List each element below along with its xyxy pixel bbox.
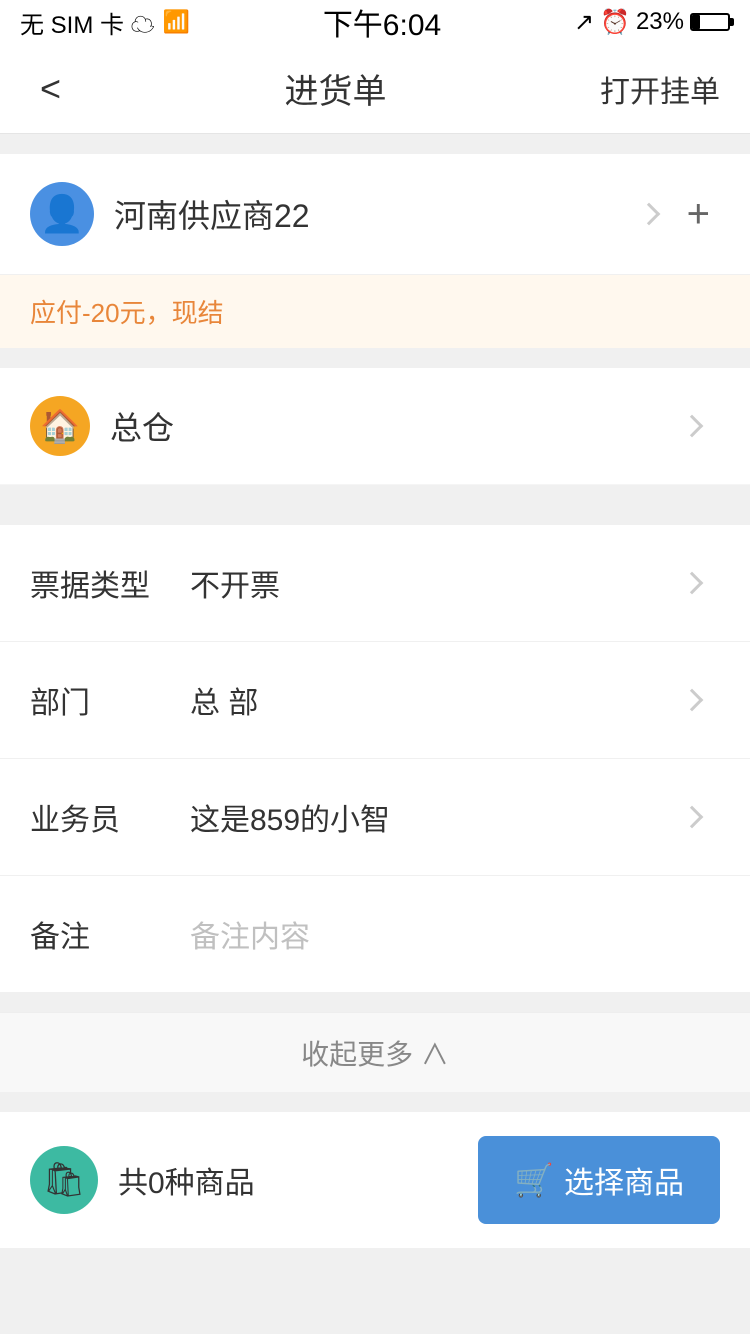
open-pending-button[interactable]: 打开挂单 [600,67,720,111]
product-count-icon: 🛍 [30,1146,98,1214]
select-goods-cart-icon: 🛒 [514,1161,554,1199]
department-row[interactable]: 部门 总 部 [0,642,750,759]
supplier-avatar: 👤 [30,182,94,246]
back-button[interactable]: < [30,58,71,120]
remark-row[interactable]: 备注 备注内容 [0,876,750,992]
avatar-icon: 👤 [40,193,85,235]
status-bar: 无 SIM 卡 ☁ 📶 下午6:04 ↗ ⏰ 23% [0,0,750,44]
department-value: 总 部 [190,678,684,722]
chevron-right-icon [637,203,660,226]
product-count-text: 共0种商品 [118,1158,478,1202]
sim-label: 无 SIM 卡 ☁ [20,5,155,40]
wifi-icon: 📶 [163,9,190,35]
department-label: 部门 [30,678,150,722]
salesperson-row[interactable]: 业务员 这是859的小智 [0,759,750,876]
warehouse-row[interactable]: 🏠 总仓 [0,368,750,485]
divider-1 [0,134,750,154]
remark-input[interactable]: 备注内容 [190,912,720,956]
select-goods-button[interactable]: 🛒 选择商品 [478,1136,720,1224]
invoice-type-label: 票据类型 [30,561,150,605]
invoice-chevron-icon [681,572,704,595]
form-section: 票据类型 不开票 部门 总 部 业务员 这是859的小智 备注 备注内容 [0,525,750,992]
add-button[interactable]: + [677,192,720,237]
status-left: 无 SIM 卡 ☁ 📶 [20,5,190,40]
divider-2 [0,348,750,368]
battery-icon [690,13,730,31]
invoice-type-value: 不开票 [190,561,684,605]
warehouse-icon: 🏠 [30,396,90,456]
bottom-bar: 🛍 共0种商品 🛒 选择商品 [0,1112,750,1248]
battery-percent: 23% [636,8,684,36]
page-title: 进货单 [285,64,387,113]
nav-bar: < 进货单 打开挂单 [0,44,750,134]
alarm-icon: ⏰ [600,8,630,37]
salesperson-label: 业务员 [30,795,150,839]
warehouse-name: 总仓 [110,403,684,449]
invoice-type-row[interactable]: 票据类型 不开票 [0,525,750,642]
department-chevron-icon [681,689,704,712]
collapse-label: 收起更多 ∧ [301,1033,449,1073]
supplier-notice: 应付-20元，现结 [0,275,750,348]
warehouse-section: 🏠 总仓 [0,368,750,485]
salesperson-chevron-icon [681,806,704,829]
status-time: 下午6:04 [323,0,441,44]
location-icon: ↗ [574,8,594,37]
select-goods-label: 选择商品 [564,1158,684,1202]
divider-3 [0,485,750,505]
supplier-row[interactable]: 👤 河南供应商22 + [0,154,750,275]
collapse-bar[interactable]: 收起更多 ∧ [0,1012,750,1092]
supplier-section: 👤 河南供应商22 + 应付-20元，现结 [0,154,750,348]
salesperson-value: 这是859的小智 [190,795,684,839]
remark-label: 备注 [30,912,150,956]
warehouse-chevron-icon [681,415,704,438]
supplier-name: 河南供应商22 [114,191,641,237]
status-right: ↗ ⏰ 23% [574,8,730,37]
cart-bag-icon: 🛍 [42,1160,85,1200]
